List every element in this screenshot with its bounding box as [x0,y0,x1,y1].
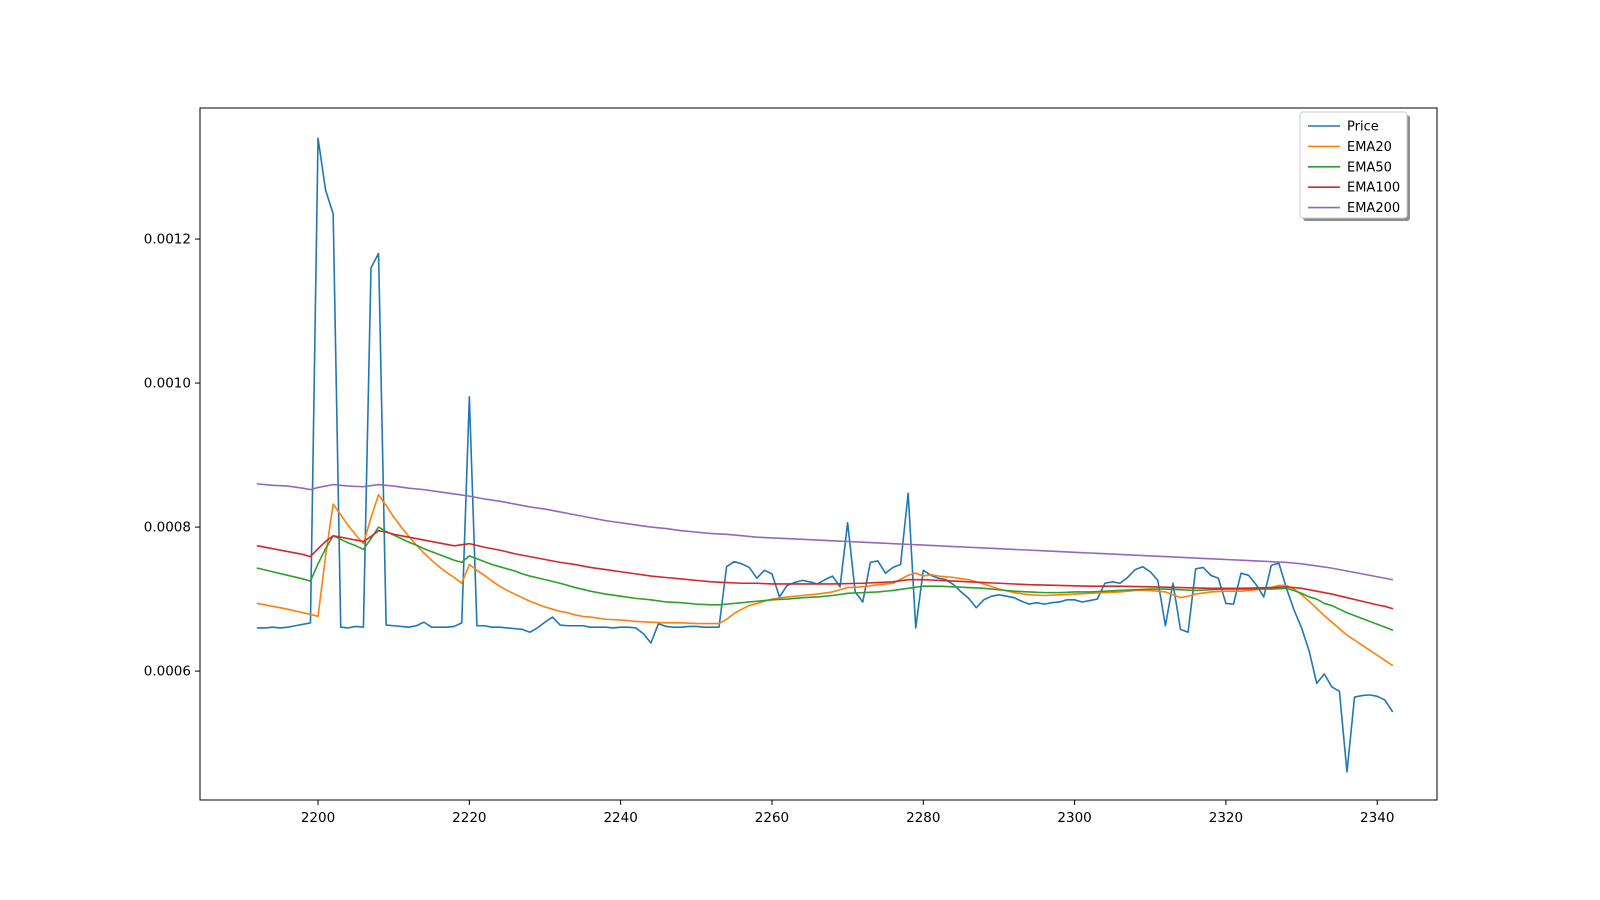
legend-label-ema50: EMA50 [1347,160,1392,175]
x-tick-label: 2240 [603,810,637,826]
x-tick-label: 2320 [1209,810,1243,826]
legend-label-ema100: EMA100 [1347,181,1400,196]
y-tick-label: 0.0008 [144,520,191,536]
x-tick-label: 2340 [1360,810,1394,826]
line-chart: 2200 2220 2240 2260 2280 2300 2320 2340 0.0006 0.… [144,107,1438,826]
figure: 2200 2220 2240 2260 2280 2300 2320 2340 0.0006 0.… [0,0,1600,900]
y-tick-label: 0.0012 [144,232,191,248]
plot-area [200,108,1437,800]
y-tick-label: 0.0010 [144,376,191,392]
x-tick-label: 2300 [1057,810,1091,826]
legend-label-ema200: EMA200 [1347,201,1400,216]
x-tick-label: 2280 [906,810,940,826]
x-tick-label: 2260 [755,810,789,826]
y-tick-label: 0.0006 [144,664,191,680]
x-tick-label: 2200 [301,810,335,826]
x-tick-label: 2220 [452,810,486,826]
legend-label-price: Price [1347,120,1379,135]
legend-label-ema20: EMA20 [1347,140,1392,155]
